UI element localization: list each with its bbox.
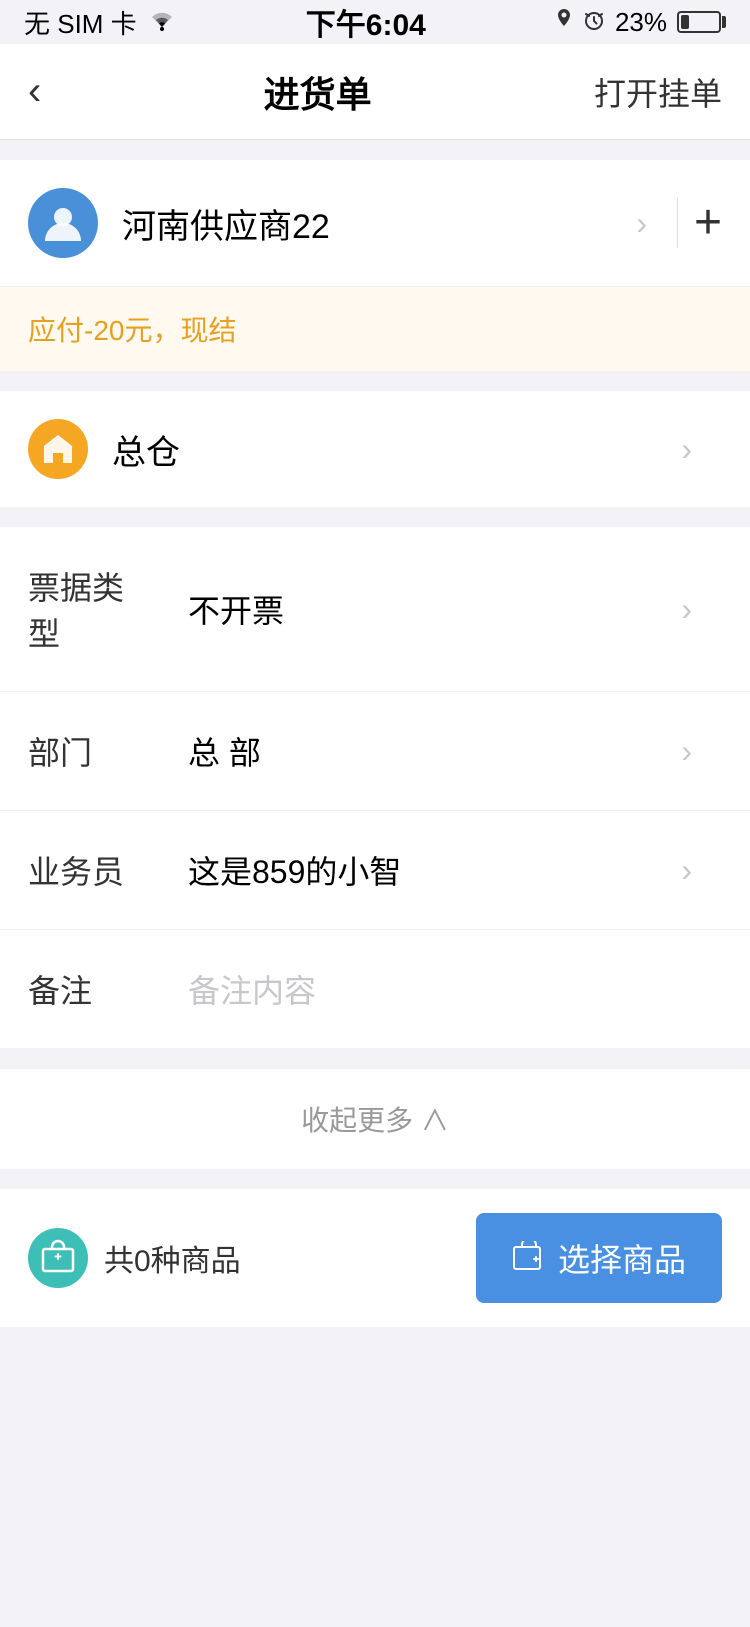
invoice-value: 不开票	[148, 586, 681, 632]
warehouse-icon	[28, 419, 88, 479]
salesman-chevron-icon: ›	[681, 852, 692, 889]
status-left: 无 SIM 卡	[24, 4, 177, 41]
battery-icon	[677, 11, 726, 33]
select-product-label: 选择商品	[558, 1235, 686, 1281]
department-value: 总 部	[148, 728, 681, 774]
main-content: 河南供应商22 › + 应付-20元，现结 总仓 › 票据类型 不开票 ›	[0, 140, 750, 1627]
nav-bar: ‹ 进货单 打开挂单	[0, 44, 750, 140]
gap-2	[0, 371, 750, 391]
warehouse-row[interactable]: 总仓 ›	[0, 391, 750, 507]
gap-1	[0, 140, 750, 160]
salesman-row[interactable]: 业务员 这是859的小智 ›	[0, 811, 750, 930]
supplier-row[interactable]: 河南供应商22 › +	[0, 160, 750, 287]
form-section: 票据类型 不开票 › 部门 总 部 › 业务员 这是859的小智 › 备注 备注…	[0, 527, 750, 1048]
remark-input[interactable]: 备注内容	[148, 966, 722, 1012]
department-label: 部门	[28, 728, 148, 774]
open-pending-button[interactable]: 打开挂单	[594, 69, 722, 115]
status-right: 23%	[555, 7, 726, 38]
bottom-bar: 共0种商品 选择商品	[0, 1189, 750, 1327]
payment-info-banner: 应付-20元，现结	[0, 287, 750, 371]
supplier-name: 河南供应商22	[122, 199, 636, 248]
divider	[677, 198, 678, 248]
location-icon	[555, 7, 573, 38]
invoice-label: 票据类型	[28, 563, 148, 655]
product-icon	[28, 1228, 88, 1288]
salesman-label: 业务员	[28, 847, 148, 893]
add-supplier-button[interactable]: +	[694, 199, 722, 247]
invoice-row[interactable]: 票据类型 不开票 ›	[0, 527, 750, 692]
alarm-icon	[583, 7, 605, 38]
status-time: 下午6:04	[306, 0, 426, 44]
wifi-icon	[147, 7, 177, 38]
collapse-button[interactable]: 收起更多 ∧	[301, 1099, 449, 1139]
status-bar: 无 SIM 卡 下午6:04 23%	[0, 0, 750, 44]
salesman-value: 这是859的小智	[148, 847, 681, 893]
product-count-area: 共0种商品	[28, 1228, 241, 1288]
department-row[interactable]: 部门 总 部 ›	[0, 692, 750, 811]
select-product-button[interactable]: 选择商品	[476, 1213, 722, 1303]
supplier-chevron-icon: ›	[636, 205, 647, 242]
department-chevron-icon: ›	[681, 733, 692, 770]
battery-text: 23%	[615, 7, 667, 38]
select-product-icon	[512, 1241, 546, 1275]
warehouse-section: 总仓 ›	[0, 391, 750, 507]
invoice-chevron-icon: ›	[681, 591, 692, 628]
warehouse-chevron-icon: ›	[681, 431, 692, 468]
remark-label: 备注	[28, 966, 148, 1012]
supplier-avatar	[28, 188, 98, 258]
page-title: 进货单	[264, 66, 372, 118]
product-count-text: 共0种商品	[104, 1236, 241, 1280]
remark-row[interactable]: 备注 备注内容	[0, 930, 750, 1048]
back-button[interactable]: ‹	[28, 69, 41, 114]
warehouse-name: 总仓	[112, 425, 681, 474]
gray-bottom-area	[0, 1327, 750, 1627]
collapse-row[interactable]: 收起更多 ∧	[0, 1068, 750, 1169]
carrier-text: 无 SIM 卡	[24, 4, 137, 41]
supplier-section: 河南供应商22 › + 应付-20元，现结	[0, 160, 750, 371]
